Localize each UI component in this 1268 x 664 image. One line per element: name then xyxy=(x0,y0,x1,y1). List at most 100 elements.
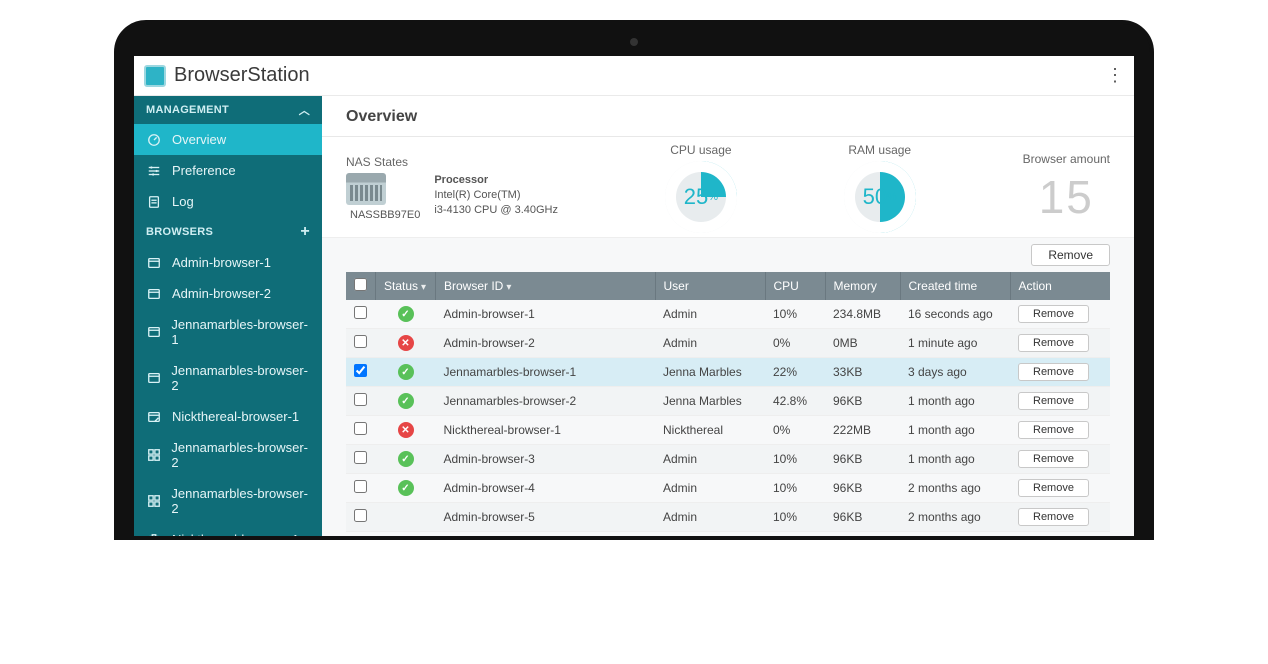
sidebar-browser-item[interactable]: Jennamarbles-browser-1 xyxy=(134,309,322,355)
nas-device-icon xyxy=(346,173,386,205)
cell-created: 2 months ago xyxy=(900,532,1010,537)
table-row[interactable]: ✕Admin-browser-2Admin0%0MB1 minute agoRe… xyxy=(346,329,1110,358)
status-ok-icon: ✓ xyxy=(398,480,414,496)
gauge-icon xyxy=(146,133,162,147)
row-remove-button[interactable]: Remove xyxy=(1018,392,1089,410)
filter-icon[interactable]: ▾ xyxy=(506,282,511,293)
chevron-up-icon: ︿ xyxy=(299,102,310,118)
cell-browser-id: Admin-browser-1 xyxy=(436,300,656,329)
row-checkbox[interactable] xyxy=(354,451,367,464)
cell-browser-id: Jennamarbles-browser-2 xyxy=(436,387,656,416)
cell-user: Admin xyxy=(655,503,765,532)
cell-user: Nickthereal xyxy=(655,416,765,445)
sidebar-section-browsers[interactable]: BROWSERS + xyxy=(134,217,322,247)
row-remove-button[interactable]: Remove xyxy=(1018,421,1089,439)
nas-states-label: NAS States xyxy=(346,155,408,169)
cell-cpu: 10% xyxy=(765,532,825,537)
cell-user: Admin xyxy=(655,445,765,474)
table-row[interactable]: ✓Admin-browser-1Admin10%234.8MB16 second… xyxy=(346,300,1110,329)
cell-user: Admin xyxy=(655,300,765,329)
cell-cpu: 42.8% xyxy=(765,387,825,416)
row-checkbox[interactable] xyxy=(354,509,367,522)
sidebar-item-label: Jennamarbles-browser-1 xyxy=(171,317,310,347)
windows-stack-icon xyxy=(146,448,161,462)
row-checkbox[interactable] xyxy=(354,335,367,348)
sidebar-browser-item[interactable]: Nickthereal-browser-1 xyxy=(134,524,322,536)
remove-button[interactable]: Remove xyxy=(1031,244,1110,266)
table-row[interactable]: ✓Admin-browser-6Admin10%96KB2 months ago… xyxy=(346,532,1110,537)
sidebar-item-log[interactable]: Log xyxy=(134,186,322,217)
cell-memory: 234.8MB xyxy=(825,300,900,329)
row-checkbox[interactable] xyxy=(354,306,367,319)
sidebar-browser-item[interactable]: Admin-browser-2 xyxy=(134,278,322,309)
cell-cpu: 10% xyxy=(765,503,825,532)
trash-icon xyxy=(146,533,162,537)
table-row[interactable]: ✕Nickthereal-browser-1Nickthereal0%222MB… xyxy=(346,416,1110,445)
cell-user: Jenna Marbles xyxy=(655,358,765,387)
window-icon xyxy=(146,371,161,385)
window-icon xyxy=(146,287,162,301)
processor-info: Processor Intel(R) Core(TM) i3-4130 CPU … xyxy=(434,173,558,218)
row-checkbox[interactable] xyxy=(354,393,367,406)
cell-memory: 96KB xyxy=(825,387,900,416)
row-checkbox[interactable] xyxy=(354,480,367,493)
app-logo-icon xyxy=(144,65,166,87)
filter-icon[interactable]: ▾ xyxy=(421,282,426,293)
row-remove-button[interactable]: Remove xyxy=(1018,508,1089,526)
app-title: BrowserStation xyxy=(174,64,310,87)
sidebar-browser-item[interactable]: Admin-browser-1 xyxy=(134,247,322,278)
sidebar-item-label: Admin-browser-2 xyxy=(172,286,271,301)
sidebar-item-label: Nickthereal-browser-1 xyxy=(172,409,299,424)
cell-browser-id: Nickthereal-browser-1 xyxy=(436,416,656,445)
sidebar-item-overview[interactable]: Overview xyxy=(134,124,322,155)
device-camera xyxy=(630,38,638,46)
sidebar-section-management[interactable]: MANAGEMENT ︿ xyxy=(134,96,322,124)
cell-user: Jenna Marbles xyxy=(655,387,765,416)
cell-created: 2 months ago xyxy=(900,474,1010,503)
cell-browser-id: Admin-browser-4 xyxy=(436,474,656,503)
row-checkbox[interactable] xyxy=(354,364,367,377)
sidebar-browser-item[interactable]: Jennamarbles-browser-2 xyxy=(134,432,322,478)
row-checkbox[interactable] xyxy=(354,422,367,435)
table-row[interactable]: ✓ Jennamarbles-browser-2Jenna Marbles42.8… xyxy=(346,387,1110,416)
status-error-icon: ✕ xyxy=(398,335,414,351)
cell-memory: 96KB xyxy=(825,474,900,503)
sidebar-browser-item[interactable]: Nickthereal-browser-1 xyxy=(134,401,322,432)
status-ok-icon: ✓ xyxy=(398,306,414,322)
sidebar-item-label: Preference xyxy=(172,163,236,178)
sidebar-item-preference[interactable]: Preference xyxy=(134,155,322,186)
status-error-icon: ✕ xyxy=(398,422,414,438)
row-remove-button[interactable]: Remove xyxy=(1018,479,1089,497)
cell-cpu: 10% xyxy=(765,445,825,474)
plus-icon[interactable]: + xyxy=(300,223,310,241)
sidebar-item-label: Log xyxy=(172,194,194,209)
table-row[interactable]: ✓Admin-browser-3Admin10%96KB1 month agoR… xyxy=(346,445,1110,474)
row-remove-button[interactable]: Remove xyxy=(1018,305,1089,323)
sidebar-item-label: Admin-browser-1 xyxy=(172,255,271,270)
status-ok-icon: ✓ xyxy=(398,393,414,409)
cpu-usage-label: CPU usage xyxy=(670,143,731,157)
cell-memory: 33KB xyxy=(825,358,900,387)
sidebar-browser-item[interactable]: Jennamarbles-browser-2 xyxy=(134,355,322,401)
browser-amount-label: Browser amount xyxy=(1023,152,1110,166)
window-open-icon xyxy=(146,410,162,424)
ram-usage-donut: 50% xyxy=(844,161,916,233)
select-all-checkbox[interactable] xyxy=(354,278,367,291)
cell-created: 2 months ago xyxy=(900,503,1010,532)
table-row[interactable]: Admin-browser-5Admin10%96KB2 months agoR… xyxy=(346,503,1110,532)
cell-memory: 96KB xyxy=(825,532,900,537)
row-remove-button[interactable]: Remove xyxy=(1018,363,1089,381)
table-row[interactable]: ✓Admin-browser-4Admin10%96KB2 months ago… xyxy=(346,474,1110,503)
sidebar-browser-item[interactable]: Jennamarbles-browser-2 xyxy=(134,478,322,524)
cell-created: 1 month ago xyxy=(900,387,1010,416)
cell-cpu: 10% xyxy=(765,474,825,503)
row-remove-button[interactable]: Remove xyxy=(1018,334,1089,352)
row-remove-button[interactable]: Remove xyxy=(1018,450,1089,468)
windows-stack-icon xyxy=(146,494,161,508)
cell-cpu: 0% xyxy=(765,329,825,358)
cell-memory: 96KB xyxy=(825,445,900,474)
kebab-menu-icon[interactable]: ⋮ xyxy=(1106,65,1124,86)
page-title: Overview xyxy=(322,96,1134,137)
cell-cpu: 22% xyxy=(765,358,825,387)
table-row[interactable]: ✓Jennamarbles-browser-1Jenna Marbles22%3… xyxy=(346,358,1110,387)
